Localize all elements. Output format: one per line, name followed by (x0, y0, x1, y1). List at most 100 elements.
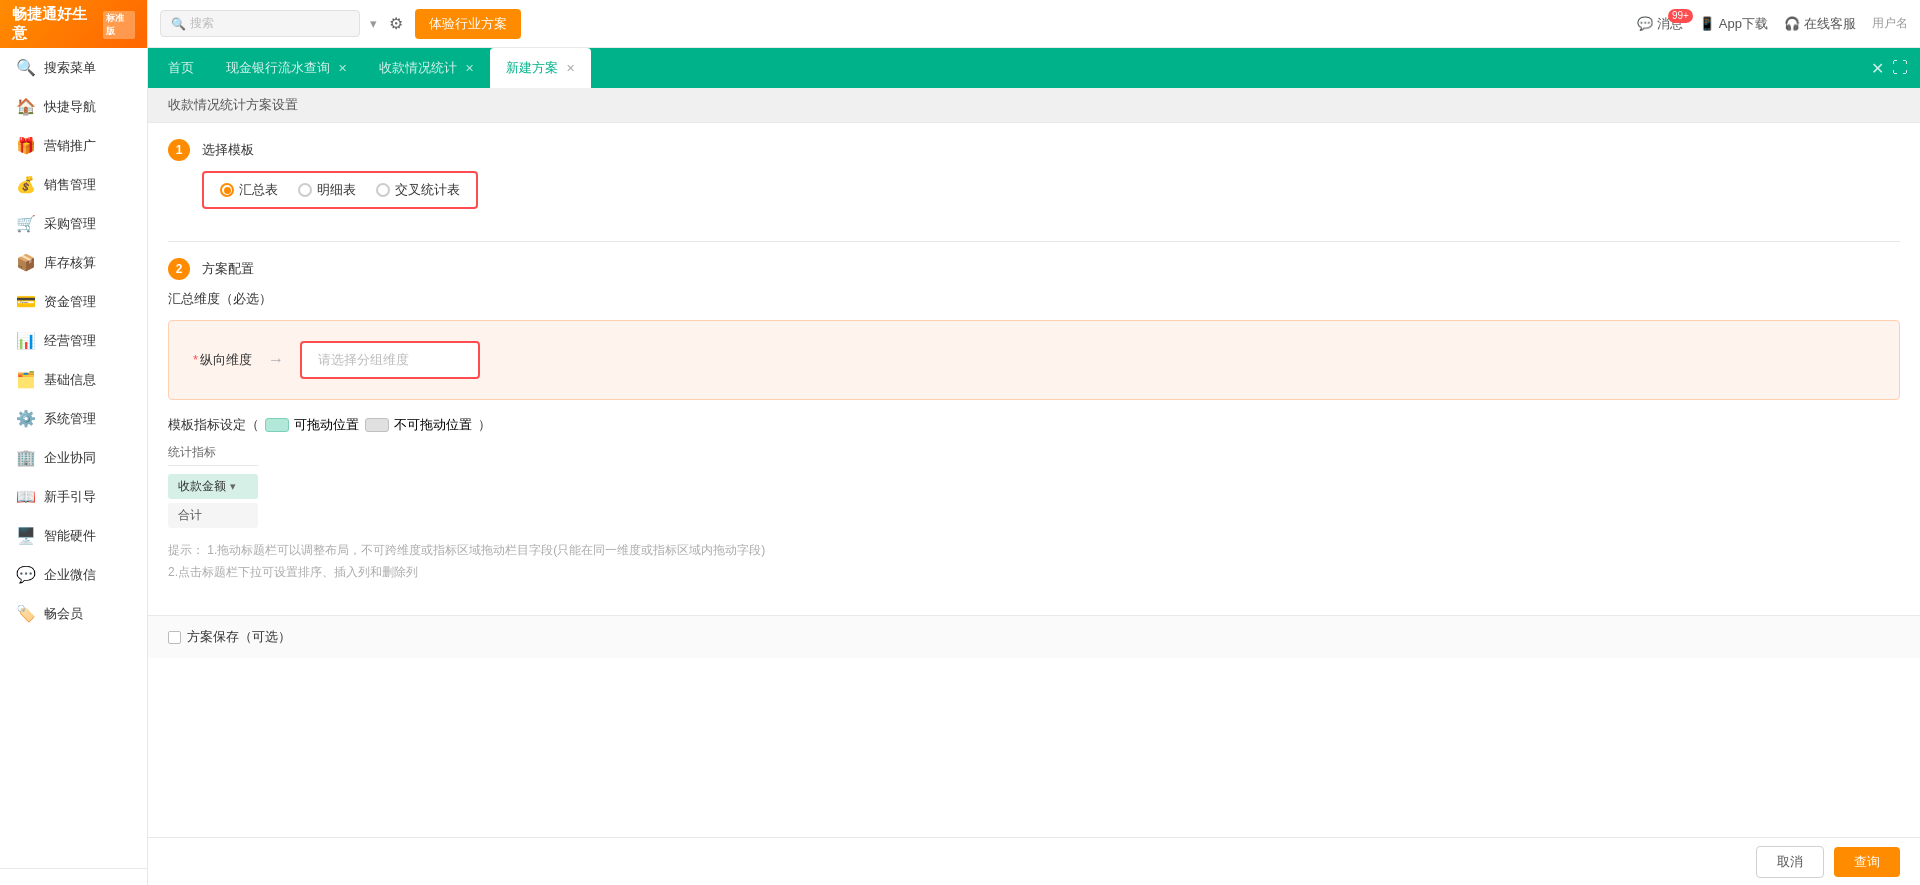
tab-bank-flow-close-icon[interactable]: ✕ (338, 62, 347, 75)
sidebar-item-operation[interactable]: 📊经营管理 (0, 321, 147, 360)
radio-detail[interactable]: 明细表 (298, 181, 356, 199)
sidebar-item-enterprise[interactable]: 🏢企业协同 (0, 438, 147, 477)
industry-btn[interactable]: 体验行业方案 (415, 9, 521, 39)
sidebar-item-hardware[interactable]: 🖥️ 智能硬件 (0, 516, 147, 555)
tabbar-actions: ✕ ⛶ (1871, 59, 1916, 78)
radio-summary-circle (220, 183, 234, 197)
search-menu-icon: 🔍 (16, 58, 36, 77)
tab-collection-stats[interactable]: 收款情况统计✕ (363, 48, 490, 88)
sidebar-item-wechat[interactable]: 💬 企业微信 (0, 555, 147, 594)
purchase-label: 采购管理 (44, 215, 96, 233)
sidebar-item-marketing[interactable]: 🎁营销推广 (0, 126, 147, 165)
radio-cross-label: 交叉统计表 (395, 181, 460, 199)
username-display: 用户名 (1872, 15, 1908, 32)
search-icon: 🔍 (171, 17, 186, 31)
legend-fixed: 不可拖动位置 (365, 416, 472, 434)
breadcrumb: 收款情况统计方案设置 (148, 88, 1920, 123)
sidebar-item-member[interactable]: 🏷️ 畅会员 (0, 594, 147, 633)
marketing-icon: 🎁 (16, 136, 36, 155)
indicator-settings: 模板指标设定（ 可拖动位置 不可拖动位置 ） 统计指标 (168, 416, 1900, 528)
dimension-title-text: 汇总维度（必选） (168, 291, 272, 306)
step1-section: 1 选择模板 汇总表 明细表 交叉统计表 (148, 123, 1920, 241)
logo-text: 畅捷通好生意 (12, 5, 99, 43)
tab-new-plan-label: 新建方案 (506, 59, 558, 77)
arrow-right-icon: → (268, 351, 284, 369)
chip-label: 收款金额 (178, 478, 226, 495)
finance-label: 资金管理 (44, 293, 96, 311)
breadcrumb-text: 收款情况统计方案设置 (168, 97, 298, 112)
service-action[interactable]: 🎧 在线客服 (1784, 15, 1856, 33)
hardware-icon: 🖥️ (16, 526, 36, 545)
legend-fixed-label: 不可拖动位置 (394, 416, 472, 434)
member-icon: 🏷️ (16, 604, 36, 623)
topbar-dropdown-arrow[interactable]: ▾ (370, 16, 377, 31)
step2-row: 2 方案配置 (168, 258, 1900, 280)
download-action[interactable]: 📱 App下载 (1699, 15, 1768, 33)
tab-bank-flow-label: 现金银行流水查询 (226, 59, 330, 77)
sidebar-bottom (0, 868, 147, 885)
stats-group: 统计指标 收款金额 ▾ 合计 (168, 444, 258, 528)
wechat-icon: 💬 (16, 565, 36, 584)
sidebar-item-search-menu[interactable]: 🔍 搜索菜单 (0, 48, 147, 87)
step1-label: 选择模板 (202, 141, 254, 159)
sidebar-item-purchase[interactable]: 🛒采购管理 (0, 204, 147, 243)
tab-home-label: 首页 (168, 59, 194, 77)
sidebar-item-finance[interactable]: 💳资金管理 (0, 282, 147, 321)
main-area: 🔍 搜索 ▾ ⚙ 体验行业方案 💬 消息 99+ 📱 App下载 🎧 在线客服 … (148, 0, 1920, 885)
tab-home[interactable]: 首页 (152, 48, 210, 88)
tips-area: 提示： 1.拖动标题栏可以调整布局，不可跨维度或指标区域拖动栏目字段(只能在同一… (168, 540, 1900, 583)
quick-nav-icon: 🏠 (16, 97, 36, 116)
download-icon: 📱 (1699, 16, 1715, 31)
system-icon: ⚙️ (16, 409, 36, 428)
hardware-label: 智能硬件 (44, 527, 96, 545)
sidebar-item-newbie[interactable]: 📖新手引导 (0, 477, 147, 516)
indicator-title-row: 模板指标设定（ 可拖动位置 不可拖动位置 ） (168, 416, 1900, 434)
service-label: 在线客服 (1804, 15, 1856, 33)
system-label: 系统管理 (44, 410, 96, 428)
sidebar-item-quick-nav[interactable]: 🏠快捷导航 (0, 87, 147, 126)
service-icon: 🎧 (1784, 16, 1800, 31)
sidebar-item-inventory[interactable]: 📦 库存核算 (0, 243, 147, 282)
tab-maximize-icon[interactable]: ⛶ (1892, 59, 1908, 77)
tab-new-plan[interactable]: 新建方案 ✕ (490, 48, 591, 88)
sales-label: 销售管理 (44, 176, 96, 194)
basic-icon: 🗂️ (16, 370, 36, 389)
tab-collection-stats-close-icon[interactable]: ✕ (465, 62, 474, 75)
radio-cross[interactable]: 交叉统计表 (376, 181, 460, 199)
stats-group-label: 统计指标 (168, 444, 258, 466)
tab-close-all-icon[interactable]: ✕ (1871, 59, 1884, 78)
dimension-area: *纵向维度 → 请选择分组维度 (168, 320, 1900, 400)
step2-label: 方案配置 (202, 260, 254, 278)
search-box[interactable]: 🔍 搜索 (160, 10, 360, 37)
template-options-box: 汇总表 明细表 交叉统计表 (202, 171, 478, 209)
tabbar: 首页现金银行流水查询✕收款情况统计✕新建方案✕ ✕ ⛶ (148, 48, 1920, 88)
topbar-right: 💬 消息 99+ 📱 App下载 🎧 在线客服 用户名 (1637, 15, 1908, 33)
message-action[interactable]: 💬 消息 99+ (1637, 15, 1683, 33)
sidebar-item-sales[interactable]: 💰销售管理 (0, 165, 147, 204)
member-label: 畅会员 (44, 605, 83, 623)
wechat-label: 企业微信 (44, 566, 96, 584)
newbie-label: 新手引导 (44, 488, 96, 506)
gear-icon[interactable]: ⚙ (389, 14, 403, 33)
cancel-button[interactable]: 取消 (1756, 846, 1824, 878)
content-inner: 收款情况统计方案设置 1 选择模板 汇总表 明细表 (148, 88, 1920, 837)
inventory-icon: 📦 (16, 253, 36, 272)
search-menu-label: 搜索菜单 (44, 59, 96, 77)
save-plan-text: 方案保存（可选） (187, 628, 291, 646)
save-plan-label[interactable]: 方案保存（可选） (168, 628, 291, 646)
dimension-select[interactable]: 请选择分组维度 (300, 341, 480, 379)
sidebar-item-system[interactable]: ⚙️ 系统管理 (0, 399, 147, 438)
content-area: 收款情况统计方案设置 1 选择模板 汇总表 明细表 (148, 88, 1920, 837)
tab-new-plan-close-icon[interactable]: ✕ (566, 62, 575, 75)
tab-bank-flow[interactable]: 现金银行流水查询 ✕ (210, 48, 363, 88)
inventory-label: 库存核算 (44, 254, 96, 272)
radio-cross-circle (376, 183, 390, 197)
radio-summary[interactable]: 汇总表 (220, 181, 278, 199)
sidebar: 畅捷通好生意 标准版 🔍 搜索菜单 🏠快捷导航🎁营销推广💰销售管理🛒采购管理 📦 库存核… (0, 0, 148, 885)
version-tag: 标准版 (103, 11, 135, 39)
stat-chip-collection[interactable]: 收款金额 ▾ (168, 474, 258, 499)
message-icon: 💬 (1637, 16, 1653, 31)
query-button[interactable]: 查询 (1834, 847, 1900, 877)
save-plan-checkbox[interactable] (168, 631, 181, 644)
sidebar-item-basic[interactable]: 🗂️基础信息 (0, 360, 147, 399)
